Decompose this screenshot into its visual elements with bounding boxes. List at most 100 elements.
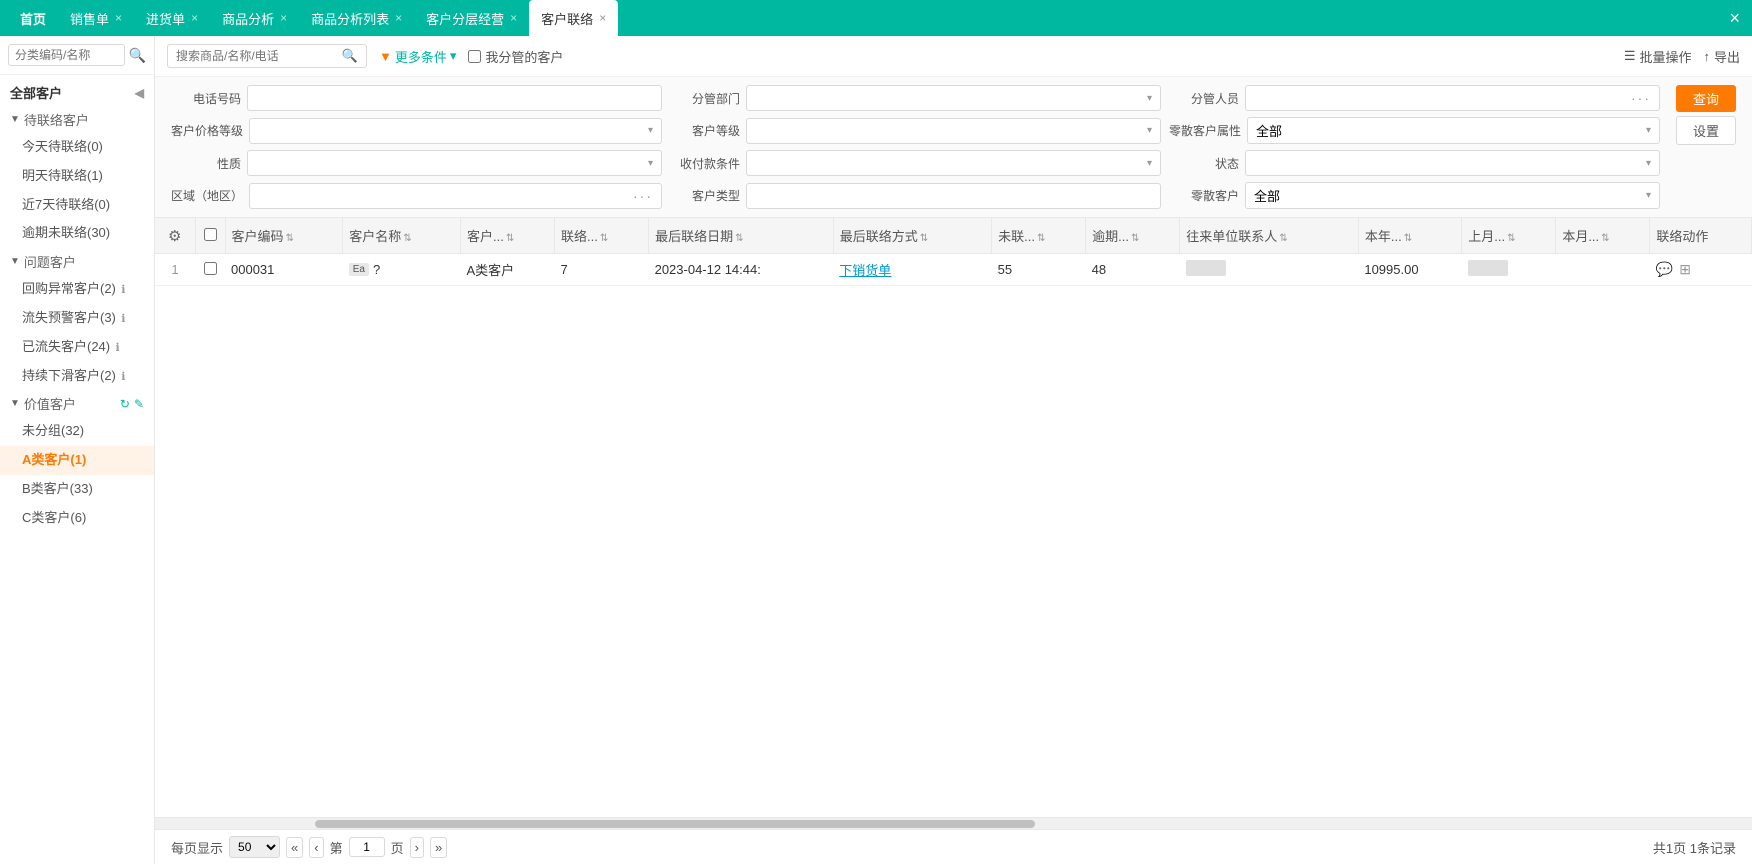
my-customers-checkbox-area[interactable]: 我分管的客户 [468,47,563,66]
filter-status-select[interactable]: ▾ [1245,150,1660,176]
sort-year-icon[interactable]: ⇅ [1404,233,1412,244]
sort-method-icon[interactable]: ⇅ [920,233,928,244]
row-last-month [1462,254,1556,286]
close-purchase-tab[interactable]: × [191,11,198,25]
sidebar-item-b-class[interactable]: B类客户(33) [0,475,154,504]
scrollbar-thumb[interactable] [315,820,1035,828]
group-value-customer[interactable]: ▼ 价值客户 ↻ ✎ [0,390,154,417]
sidebar-search-input[interactable] [8,44,125,66]
row-checkbox-cell[interactable] [195,254,225,286]
filter-customer-type-select[interactable] [746,183,1161,209]
col-header-checkbox[interactable] [195,218,225,254]
filter-search-icon[interactable]: 🔍 [342,48,358,64]
sidebar-item-repurchase-abnormal[interactable]: 回购异常客户(2) ℹ [0,275,154,304]
table-settings-icon[interactable]: ⚙ [168,228,181,245]
col-header-settings[interactable]: ⚙ [155,218,195,254]
sort-history-icon[interactable]: ⇅ [1279,233,1287,244]
sidebar-item-churn-warning[interactable]: 流失预警客户(3) ℹ [0,304,154,333]
filter-phone-label: 电话号码 [171,90,241,107]
sidebar-item-overdue-pending[interactable]: 逾期未联络(30) [0,219,154,248]
info-icon-declining: ℹ [121,371,125,383]
filter-dept-field: 分管部门 ▾ [670,85,1161,111]
sort-contact-icon[interactable]: ⇅ [600,233,608,244]
sort-overdue-icon[interactable]: ⇅ [1131,233,1139,244]
filter-retail-attr-select[interactable]: 全部 ▾ [1247,117,1660,144]
edit-value-icon[interactable]: ✎ [134,397,144,411]
filter-more-btn[interactable]: ▼ 更多条件 ▾ [379,47,456,66]
export-icon: ↑ [1703,49,1710,64]
filter-nature-select[interactable]: ▾ [247,150,662,176]
table-container: ⚙ 客户编码⇅ 客户名称⇅ 客户...⇅ [155,218,1752,817]
row-contact: 7 [555,254,649,286]
close-window-icon[interactable]: × [1729,8,1740,29]
sort-code-icon[interactable]: ⇅ [286,233,294,244]
page-size-select[interactable]: 50 100 200 [229,836,280,858]
sidebar-collapse-icon[interactable]: ◀ [135,86,144,100]
next-page-btn[interactable]: › [410,837,424,858]
close-customer-contact-tab[interactable]: × [599,11,606,25]
filter-row-2: 客户价格等级 ▾ 客户等级 ▾ [171,117,1660,144]
settings-btn[interactable]: 设置 [1676,116,1736,145]
filter-region-select[interactable]: ··· [249,183,662,209]
sort-date-icon[interactable]: ⇅ [735,233,743,244]
qrcode-icon[interactable]: ⊞ [1679,261,1691,278]
sort-month-icon[interactable]: ⇅ [1601,233,1609,244]
row-index: 1 [155,254,195,286]
sidebar-item-c-class[interactable]: C类客户(6) [0,504,154,533]
tab-analysis[interactable]: 商品分析 × [210,0,299,36]
person-dots: ··· [1631,90,1651,106]
filter-search-box[interactable]: 🔍 [167,44,367,68]
last-method-link[interactable]: 下销货单 [839,263,891,278]
horizontal-scrollbar[interactable] [155,817,1752,829]
group-pending-contact[interactable]: ▼ 待联络客户 [0,106,154,133]
action-buttons: 查询 设置 [1676,85,1736,209]
sort-uncontacted-icon[interactable]: ⇅ [1037,233,1045,244]
page-num-input[interactable] [349,837,385,857]
price-grade-chevron: ▾ [648,125,653,136]
sidebar-item-declining[interactable]: 持续下滑客户(2) ℹ [0,362,154,391]
sidebar-item-unclassified[interactable]: 未分组(32) [0,417,154,446]
tab-customer-contact[interactable]: 客户联络 × [529,0,618,36]
tab-analysis-list[interactable]: 商品分析列表 × [299,0,414,36]
refresh-value-icon[interactable]: ↻ [120,397,130,411]
col-header-overdue: 逾期...⇅ [1086,218,1180,254]
sidebar-item-a-class[interactable]: A类客户(1) [0,446,154,475]
batch-op-btn[interactable]: ☰ 批量操作 [1624,47,1692,66]
tab-purchase[interactable]: 进货单 × [134,0,210,36]
close-analysis-tab[interactable]: × [280,11,287,25]
close-sales-tab[interactable]: × [115,11,122,25]
tab-home[interactable]: 首页 [8,0,58,36]
export-btn[interactable]: ↑ 导出 [1703,47,1740,66]
select-all-checkbox[interactable] [204,228,217,241]
query-btn[interactable]: 查询 [1676,85,1736,112]
filter-retail-select[interactable]: 全部 ▾ [1245,182,1660,209]
row-last-date: 2023-04-12 14:44: [649,254,834,286]
row-checkbox[interactable] [204,262,217,275]
filter-row-1: 电话号码 分管部门 ▾ [171,85,1660,111]
tab-customer-segment[interactable]: 客户分层经营 × [414,0,529,36]
first-page-btn[interactable]: « [286,837,303,858]
filter-dept-select[interactable]: ▾ [746,85,1161,111]
tab-sales[interactable]: 销售单 × [58,0,134,36]
filter-price-grade-select[interactable]: ▾ [249,118,662,144]
filter-grade-select[interactable]: ▾ [746,118,1161,144]
close-customer-segment-tab[interactable]: × [510,11,517,25]
sidebar-item-tomorrow-pending[interactable]: 明天待联络(1) [0,162,154,191]
sidebar-item-churned[interactable]: 已流失客户(24) ℹ [0,333,154,362]
filter-payment-select[interactable]: ▾ [746,150,1161,176]
sort-last-month-icon[interactable]: ⇅ [1507,233,1515,244]
sort-name-icon[interactable]: ⇅ [403,233,411,244]
filter-person-select[interactable]: ··· [1245,85,1660,111]
prev-page-btn[interactable]: ‹ [309,837,323,858]
my-customers-checkbox[interactable] [468,50,481,63]
sidebar-search-icon[interactable]: 🔍 [129,47,146,64]
close-analysis-list-tab[interactable]: × [395,11,402,25]
filter-search-input[interactable] [176,49,342,63]
filter-phone-input[interactable] [247,85,662,111]
last-page-btn[interactable]: » [430,837,447,858]
chat-icon[interactable]: 💬 [1656,261,1673,278]
sidebar-item-7days-pending[interactable]: 近7天待联络(0) [0,191,154,220]
sidebar-item-today-pending[interactable]: 今天待联络(0) [0,133,154,162]
group-problem-customer[interactable]: ▼ 问题客户 [0,248,154,275]
sort-type-icon[interactable]: ⇅ [506,233,514,244]
